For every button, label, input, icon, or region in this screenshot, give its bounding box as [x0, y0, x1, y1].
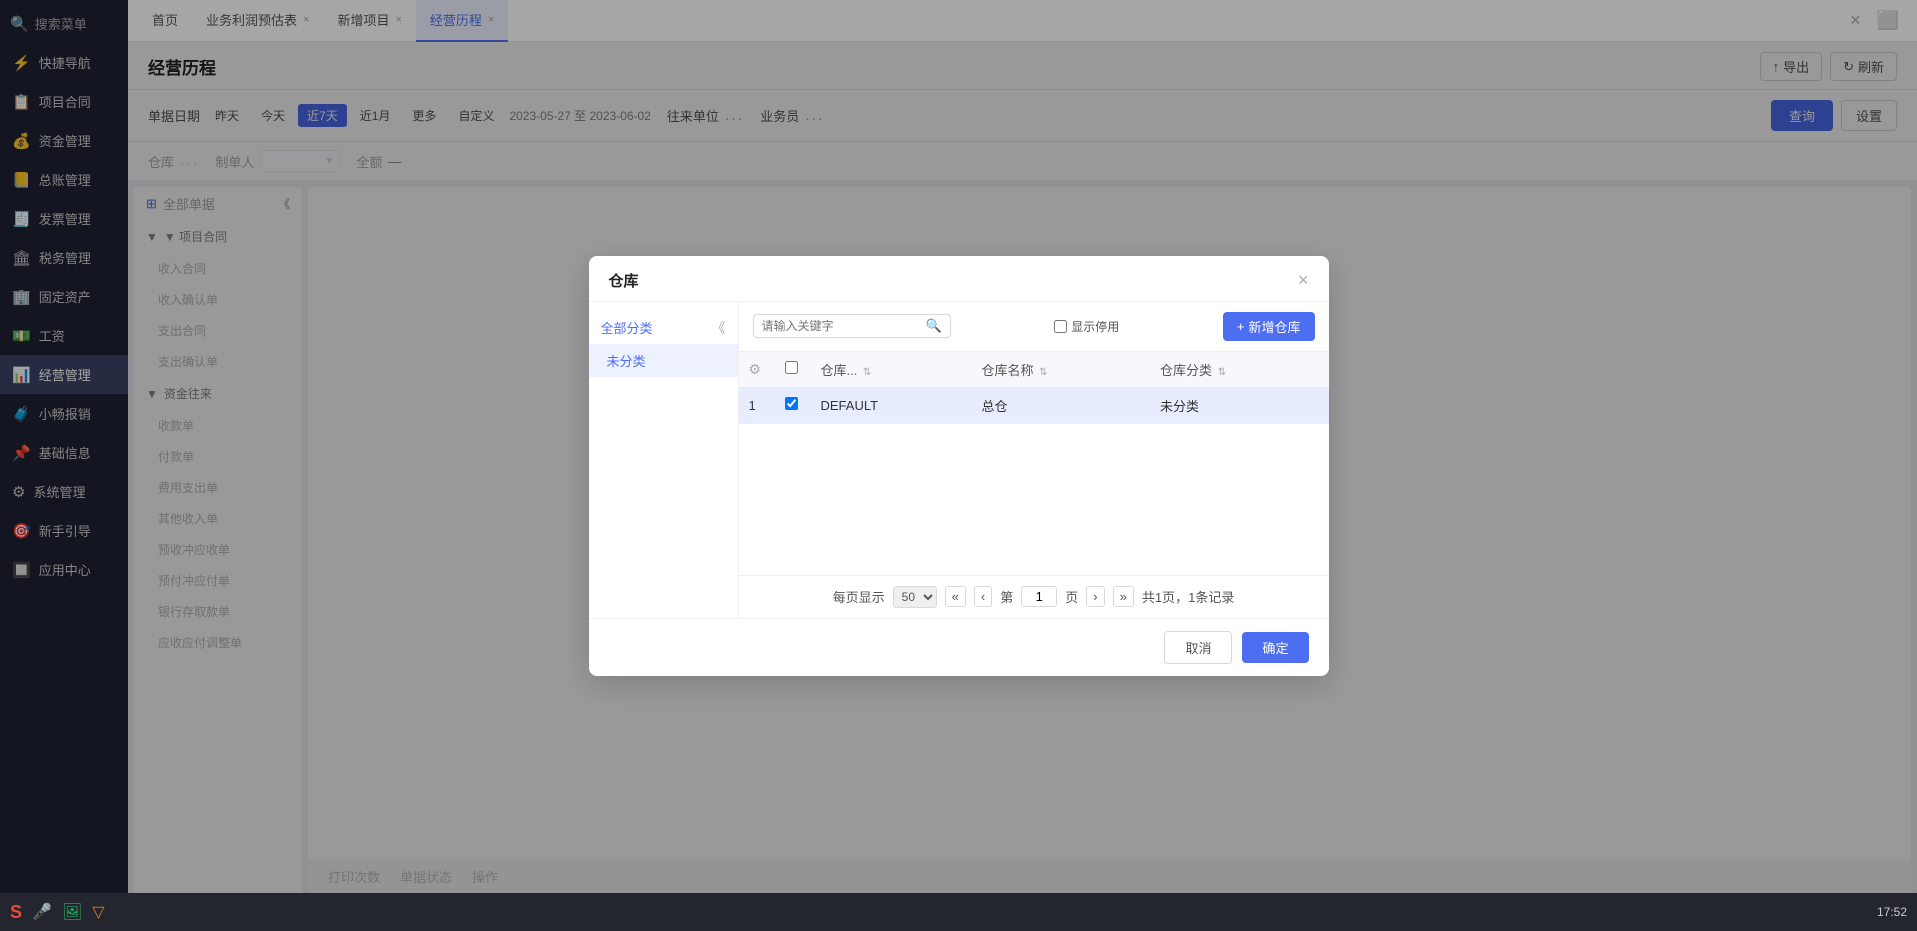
- add-warehouse-button[interactable]: + 新增仓库: [1223, 312, 1315, 341]
- show-disabled-checkbox[interactable]: 显示停用: [1054, 318, 1119, 335]
- category-scroll: 未分类: [589, 344, 738, 608]
- row-name: 总仓: [971, 387, 1150, 423]
- col-category: 仓库分类 ⇅: [1150, 352, 1329, 388]
- warehouse-table: ⚙ 仓库... ⇅ 仓库名称: [739, 352, 1329, 424]
- row-index: 1: [739, 387, 775, 423]
- page-prev-button[interactable]: ‹: [974, 586, 992, 607]
- search-box: 🔍: [753, 314, 951, 338]
- sort-icon-category: ⇅: [1218, 367, 1226, 378]
- panel-collapse-button[interactable]: 《: [712, 318, 726, 338]
- col-code: 仓库... ⇅: [811, 352, 972, 388]
- col-checkbox: [775, 352, 811, 388]
- taskbar-icon-filter[interactable]: ▽: [92, 902, 104, 922]
- col-name: 仓库名称 ⇅: [971, 352, 1150, 388]
- sort-icon-code: ⇅: [863, 367, 871, 378]
- page-label: 第: [1000, 587, 1013, 606]
- row-code: DEFAULT: [811, 387, 972, 423]
- row-category: 未分类: [1150, 387, 1329, 423]
- taskbar-icon-s[interactable]: S: [10, 902, 22, 923]
- modal-title: 仓库: [609, 270, 639, 291]
- page-input[interactable]: [1021, 586, 1057, 607]
- content-toolbar: 🔍 显示停用 + 新增仓库: [739, 302, 1329, 352]
- row-select-checkbox[interactable]: [785, 397, 798, 410]
- warehouse-modal: 仓库 × 全部分类 《 未分类: [589, 256, 1329, 676]
- plus-icon: +: [1237, 319, 1245, 334]
- taskbar-icons: S 🎤 🖼 ▽: [10, 902, 105, 923]
- search-input[interactable]: [762, 319, 922, 333]
- page-first-button[interactable]: «: [945, 586, 966, 607]
- page-size-select[interactable]: 50: [893, 586, 937, 608]
- total-text: 共1页，1条记录: [1142, 587, 1234, 606]
- table-row[interactable]: 1 DEFAULT 总仓 未分类: [739, 387, 1329, 423]
- taskbar-icon-mic[interactable]: 🎤: [32, 902, 52, 922]
- row-checkbox: [775, 387, 811, 423]
- all-categories-label: 全部分类: [601, 318, 653, 337]
- category-panel: 全部分类 《 未分类: [589, 302, 739, 618]
- category-item-uncategorized[interactable]: 未分类: [589, 344, 738, 377]
- show-disabled-check[interactable]: [1054, 320, 1067, 333]
- pagination-bar: 每页显示 50 « ‹ 第 页 › » 共1页，1条记录: [739, 575, 1329, 618]
- modal-close-button[interactable]: ×: [1298, 271, 1309, 289]
- select-all-checkbox[interactable]: [785, 361, 798, 374]
- modal-header: 仓库 ×: [589, 256, 1329, 302]
- show-disabled-label: 显示停用: [1071, 318, 1119, 335]
- col-settings: ⚙: [739, 352, 775, 388]
- taskbar-icon-img[interactable]: 🖼: [62, 902, 82, 922]
- page-last-button[interactable]: »: [1113, 586, 1134, 607]
- taskbar-time: 17:52: [1877, 905, 1907, 919]
- search-icon: 🔍: [926, 318, 942, 334]
- modal-footer: 取消 确定: [589, 618, 1329, 676]
- warehouse-table-scroll: ⚙ 仓库... ⇅ 仓库名称: [739, 352, 1329, 575]
- modal-body: 全部分类 《 未分类 🔍: [589, 302, 1329, 618]
- sort-icon-name: ⇅: [1039, 367, 1047, 378]
- category-header[interactable]: 全部分类 《: [589, 312, 738, 344]
- page-suffix: 页: [1065, 587, 1078, 606]
- modal-overlay: 仓库 × 全部分类 《 未分类: [0, 0, 1917, 931]
- table-header-row: ⚙ 仓库... ⇅ 仓库名称: [739, 352, 1329, 388]
- per-page-label: 每页显示: [833, 587, 885, 606]
- settings-icon[interactable]: ⚙: [749, 361, 762, 377]
- add-warehouse-label: 新增仓库: [1248, 317, 1300, 336]
- confirm-button[interactable]: 确定: [1242, 632, 1308, 663]
- cancel-button[interactable]: 取消: [1164, 631, 1232, 664]
- content-panel: 🔍 显示停用 + 新增仓库: [739, 302, 1329, 618]
- taskbar: S 🎤 🖼 ▽ 17:52: [0, 893, 1917, 931]
- page-next-button[interactable]: ›: [1086, 586, 1104, 607]
